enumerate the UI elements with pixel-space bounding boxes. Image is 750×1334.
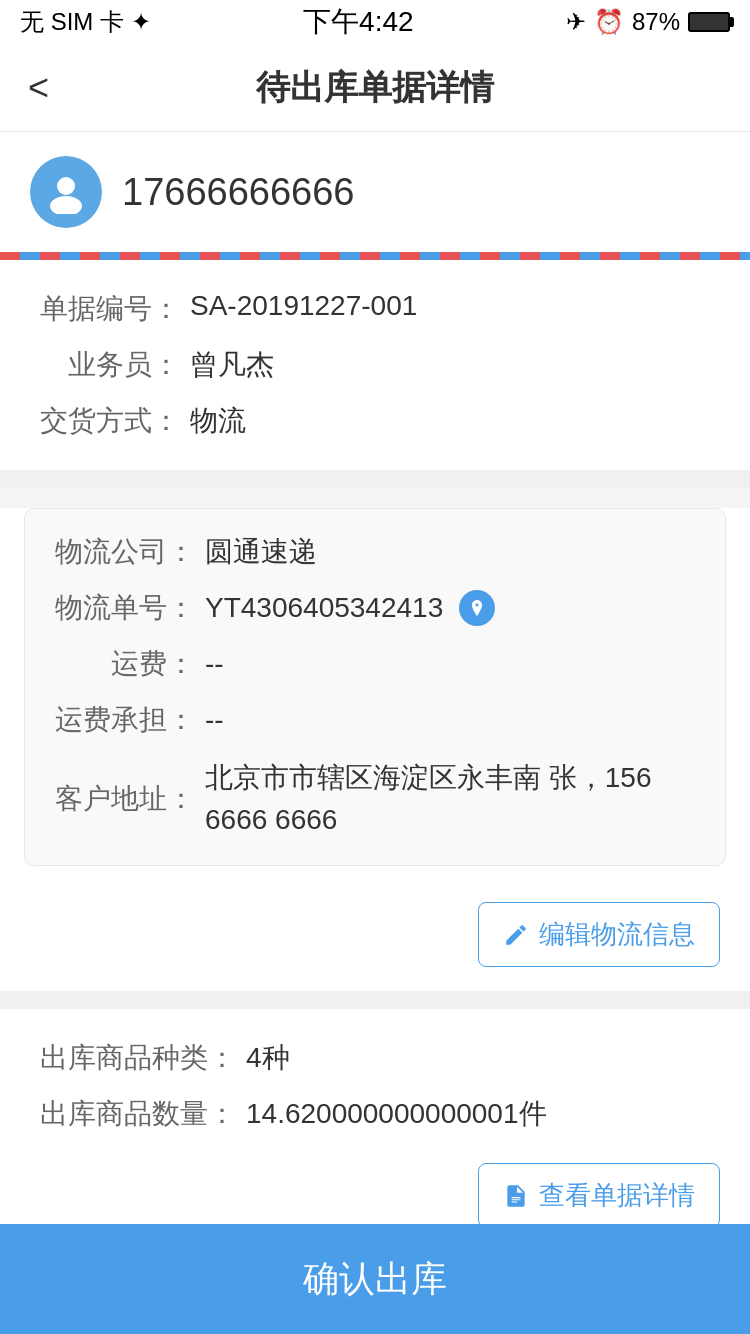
confirm-button[interactable]: 确认出库 bbox=[0, 1224, 750, 1334]
goods-type-label: 出库商品种类： bbox=[40, 1039, 236, 1077]
edit-icon bbox=[503, 922, 529, 948]
edit-logistics-row: 编辑物流信息 bbox=[0, 886, 750, 991]
customer-section: 17666666666 bbox=[0, 132, 750, 252]
salesman-value: 曾凡杰 bbox=[190, 346, 710, 384]
avatar bbox=[30, 156, 102, 228]
salesman-label: 业务员： bbox=[40, 346, 180, 384]
document-icon bbox=[503, 1183, 529, 1209]
address-row: 客户地址： 北京市市辖区海淀区永丰南 张，156 6666 6666 bbox=[55, 757, 695, 841]
section-divider-2 bbox=[0, 991, 750, 1009]
status-left: 无 SIM 卡 ✦ bbox=[20, 6, 151, 38]
address-label: 客户地址： bbox=[55, 780, 195, 818]
freight-row: 运费： -- bbox=[55, 645, 695, 683]
freight-value: -- bbox=[205, 648, 695, 680]
map-pin-icon bbox=[467, 598, 487, 618]
goods-quantity-label: 出库商品数量： bbox=[40, 1095, 236, 1133]
goods-quantity-row: 出库商品数量： 14.620000000000001件 bbox=[40, 1095, 710, 1133]
delivery-value: 物流 bbox=[190, 402, 710, 440]
goods-type-row: 出库商品种类： 4种 bbox=[40, 1039, 710, 1077]
dashed-divider bbox=[0, 252, 750, 260]
customer-phone: 17666666666 bbox=[122, 171, 354, 214]
logistics-company-row: 物流公司： 圆通速递 bbox=[55, 533, 695, 571]
logistics-card: 物流公司： 圆通速递 物流单号： YT4306405342413 运费： -- bbox=[24, 508, 726, 866]
svg-point-1 bbox=[50, 196, 82, 214]
location-status-icon: ✈ bbox=[566, 8, 586, 36]
document-number-row: 单据编号： SA-20191227-001 bbox=[40, 290, 710, 328]
status-bar: 无 SIM 卡 ✦ 下午4:42 ✈ ⏰ 87% bbox=[0, 0, 750, 44]
freight-bearer-row: 运费承担： -- bbox=[55, 701, 695, 739]
battery-icon bbox=[688, 12, 730, 32]
edit-logistics-label: 编辑物流信息 bbox=[539, 917, 695, 952]
goods-quantity-value: 14.620000000000001件 bbox=[246, 1095, 710, 1133]
salesman-row: 业务员： 曾凡杰 bbox=[40, 346, 710, 384]
goods-section: 出库商品种类： 4种 出库商品数量： 14.620000000000001件 bbox=[0, 1009, 750, 1153]
logistics-tracking-value: YT4306405342413 bbox=[205, 590, 695, 626]
sim-label: 无 SIM 卡 ✦ bbox=[20, 6, 151, 38]
track-location-button[interactable] bbox=[459, 590, 495, 626]
page-title: 待出库单据详情 bbox=[256, 65, 494, 111]
section-divider-1 bbox=[0, 470, 750, 488]
battery-percent: 87% bbox=[632, 8, 680, 36]
nav-bar: < 待出库单据详情 bbox=[0, 44, 750, 132]
user-icon bbox=[44, 170, 88, 214]
back-button[interactable]: < bbox=[28, 67, 49, 109]
alarm-icon: ⏰ bbox=[594, 8, 624, 36]
view-details-label: 查看单据详情 bbox=[539, 1178, 695, 1213]
logistics-company-value: 圆通速递 bbox=[205, 533, 695, 571]
document-number-value: SA-20191227-001 bbox=[190, 290, 710, 322]
logistics-tracking-row: 物流单号： YT4306405342413 bbox=[55, 589, 695, 627]
logistics-section: 物流公司： 圆通速递 物流单号： YT4306405342413 运费： -- bbox=[0, 508, 750, 991]
svg-point-0 bbox=[57, 177, 75, 195]
logistics-tracking-label: 物流单号： bbox=[55, 589, 195, 627]
delivery-label: 交货方式： bbox=[40, 402, 180, 440]
address-value: 北京市市辖区海淀区永丰南 张，156 6666 6666 bbox=[205, 757, 695, 841]
freight-bearer-label: 运费承担： bbox=[55, 701, 195, 739]
status-right: ✈ ⏰ 87% bbox=[566, 8, 730, 36]
confirm-label: 确认出库 bbox=[303, 1255, 447, 1304]
document-number-label: 单据编号： bbox=[40, 290, 180, 328]
tracking-number-text: YT4306405342413 bbox=[205, 592, 443, 624]
edit-logistics-button[interactable]: 编辑物流信息 bbox=[478, 902, 720, 967]
goods-type-value: 4种 bbox=[246, 1039, 710, 1077]
freight-label: 运费： bbox=[55, 645, 195, 683]
status-time: 下午4:42 bbox=[303, 3, 414, 41]
delivery-row: 交货方式： 物流 bbox=[40, 402, 710, 440]
logistics-company-label: 物流公司： bbox=[55, 533, 195, 571]
content-area: 17666666666 单据编号： SA-20191227-001 业务员： 曾… bbox=[0, 132, 750, 1334]
freight-bearer-value: -- bbox=[205, 704, 695, 736]
document-info-section: 单据编号： SA-20191227-001 业务员： 曾凡杰 交货方式： 物流 bbox=[0, 260, 750, 470]
view-details-button[interactable]: 查看单据详情 bbox=[478, 1163, 720, 1228]
